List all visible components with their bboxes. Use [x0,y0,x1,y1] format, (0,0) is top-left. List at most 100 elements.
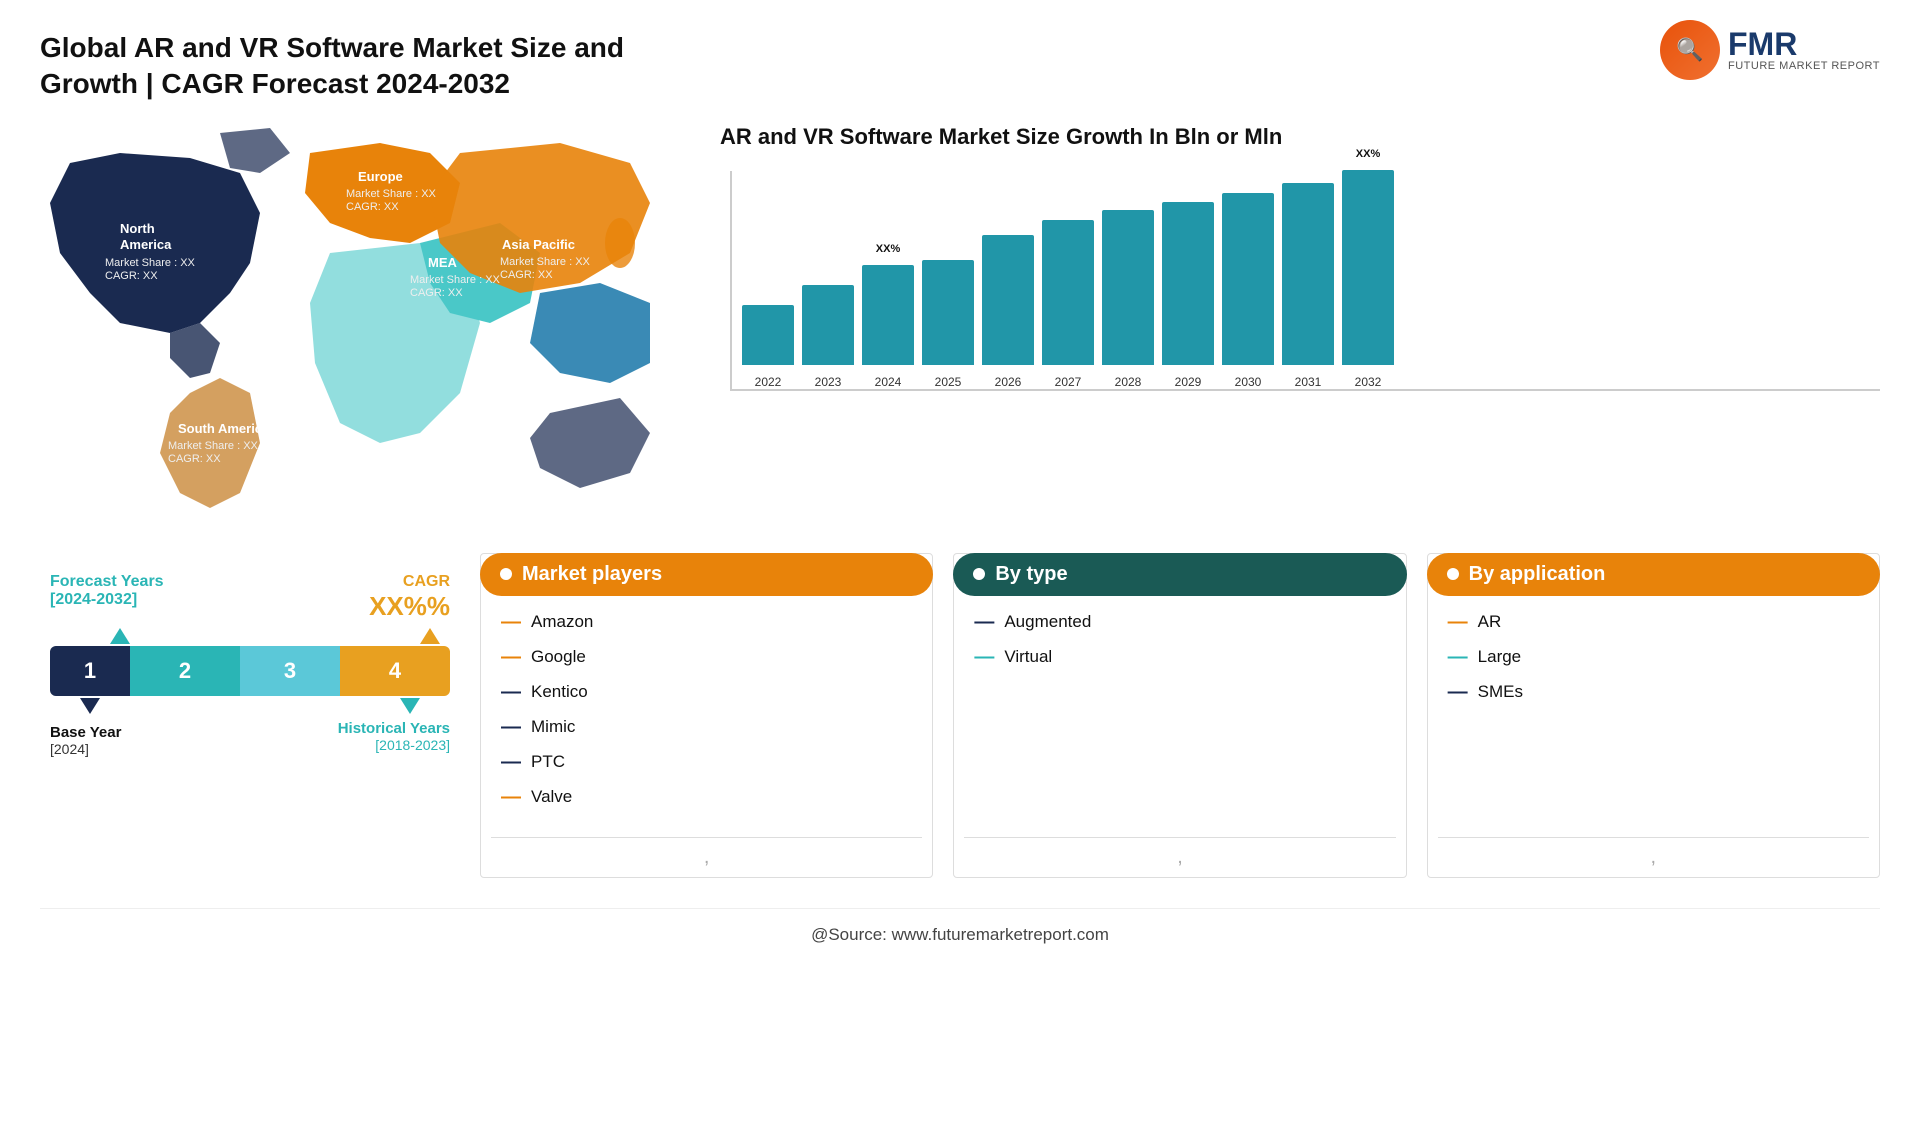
card-title-by-application: By application [1469,563,1606,586]
card-dash: — [974,646,994,669]
bar-year-2028: 2028 [1115,375,1142,389]
cagr-label: CAGR [369,573,450,591]
bar-2028 [1102,210,1154,365]
card-dash: — [501,611,521,634]
bar-2027 [1042,220,1094,365]
card-item-text: Amazon [531,612,593,632]
bar-group-2023: 2023 [802,285,854,389]
card-item-text: AR [1478,612,1502,632]
card-item-text: Kentico [531,682,588,702]
bar-2024: XX% [862,265,914,365]
bar-year-2025: 2025 [935,375,962,389]
card-header-by-type: By type [953,553,1406,596]
bar-group-2025: 2025 [922,260,974,389]
card-more-indicator: , [481,838,932,877]
card-item: — PTC [501,751,912,774]
bar-2032: XX% [1342,170,1394,365]
card-dot-market-players [500,568,512,580]
card-by-application: By application—AR—Large—SMEs, [1427,553,1880,878]
logo-icon: 🔍 [1660,20,1720,80]
eu-cagr: CAGR: XX [346,201,399,213]
apac-market: Market Share : XX [500,256,591,268]
historical-label: Historical Years [338,720,450,737]
card-item-text: SMEs [1478,682,1523,702]
bar-year-2030: 2030 [1235,375,1262,389]
bar-year-2029: 2029 [1175,375,1202,389]
sa-market: Market Share : XX [168,440,259,452]
card-item-text: PTC [531,752,565,772]
chart-title: AR and VR Software Market Size Growth In… [720,123,1880,152]
bar-year-2024: 2024 [875,375,902,389]
base-year-label: Base Year [50,724,121,741]
card-more-indicator: , [1428,838,1879,877]
historical-value: [2018-2023] [338,737,450,753]
na-label: North [120,221,155,236]
segment-2: 2 [130,646,240,696]
page-title: Global AR and VR Software Market Size an… [40,30,720,103]
card-more-indicator: , [954,838,1405,877]
card-dot-by-type [973,568,985,580]
source-text: @Source: www.futuremarketreport.com [811,925,1109,944]
bar-chart-section: AR and VR Software Market Size Growth In… [700,123,1880,392]
bar-2022 [742,305,794,365]
triangle-down-row [50,698,450,714]
apac-cagr: CAGR: XX [500,269,553,281]
bar-group-2029: 2029 [1162,202,1214,389]
card-dash: — [501,751,521,774]
card-item-text: Large [1478,647,1521,667]
bar-year-2026: 2026 [995,375,1022,389]
bar-year-2027: 2027 [1055,375,1082,389]
card-dash: — [501,681,521,704]
bar-group-2022: 2022 [742,305,794,389]
source-bar: @Source: www.futuremarketreport.com [40,908,1880,945]
top-section: North America Market Share : XX CAGR: XX… [40,123,1880,523]
card-body-by-application: —AR—Large—SMEs [1428,595,1879,837]
card-item-text: Google [531,647,586,667]
bottom-section: Forecast Years [2024-2032] CAGR XX%% 1 2… [40,553,1880,878]
card-item: — Kentico [501,681,912,704]
na-label2: America [120,237,172,252]
world-map: North America Market Share : XX CAGR: XX… [40,123,660,523]
segment-1: 1 [50,646,130,696]
bar-group-2032: XX% 2032 [1342,170,1394,389]
card-title-by-type: By type [995,563,1067,586]
card-item: — Amazon [501,611,912,634]
sa-cagr: CAGR: XX [168,453,221,465]
bar-label-2024: XX% [876,243,900,255]
card-dash: — [1448,611,1468,634]
card-item: — AR [1448,611,1859,634]
card-item-text: Augmented [1004,612,1091,632]
triangle-orange-up [420,628,440,644]
mea-label: MEA [428,255,458,270]
base-hist-row: Base Year [2024] Historical Years [2018-… [50,720,450,759]
bar-2031 [1282,183,1334,365]
card-body-by-type: — Augmented —Virtual [954,595,1405,837]
bar-group-2031: 2031 [1282,183,1334,389]
triangle-up-row [50,628,450,644]
data-cards: Market players—Amazon—Google—Kentico—Mim… [480,553,1880,878]
card-header-market-players: Market players [480,553,933,596]
bar-year-2032: 2032 [1355,375,1382,389]
bar-chart: 20222023XX%20242025202620272028202920302… [730,171,1880,391]
bar-group-2024: XX% 2024 [862,265,914,389]
logo-subtitle: FUTURE MARKET REPORT [1728,60,1880,72]
triangle-teal-up [110,628,130,644]
bar-2023 [802,285,854,365]
triangle-teal-down [400,698,420,714]
forecast-years: [2024-2032] [50,591,164,609]
na-cagr: CAGR: XX [105,270,158,282]
bar-group-2028: 2028 [1102,210,1154,389]
logo: 🔍 FMR FUTURE MARKET REPORT [1660,20,1880,80]
mea-cagr: CAGR: XX [410,287,463,299]
card-title-market-players: Market players [522,563,662,586]
card-body-market-players: —Amazon—Google—Kentico—Mimic—PTC—Valve [481,595,932,837]
bar-group-2030: 2030 [1222,193,1274,389]
bar-2025 [922,260,974,365]
card-dash: — [501,786,521,809]
card-dash: — [501,646,521,669]
base-year-value: [2024] [50,741,121,757]
map-svg: North America Market Share : XX CAGR: XX… [40,123,660,523]
bar-group-2027: 2027 [1042,220,1094,389]
card-item: —Virtual [974,646,1385,669]
logo-fmr: FMR [1728,28,1880,60]
